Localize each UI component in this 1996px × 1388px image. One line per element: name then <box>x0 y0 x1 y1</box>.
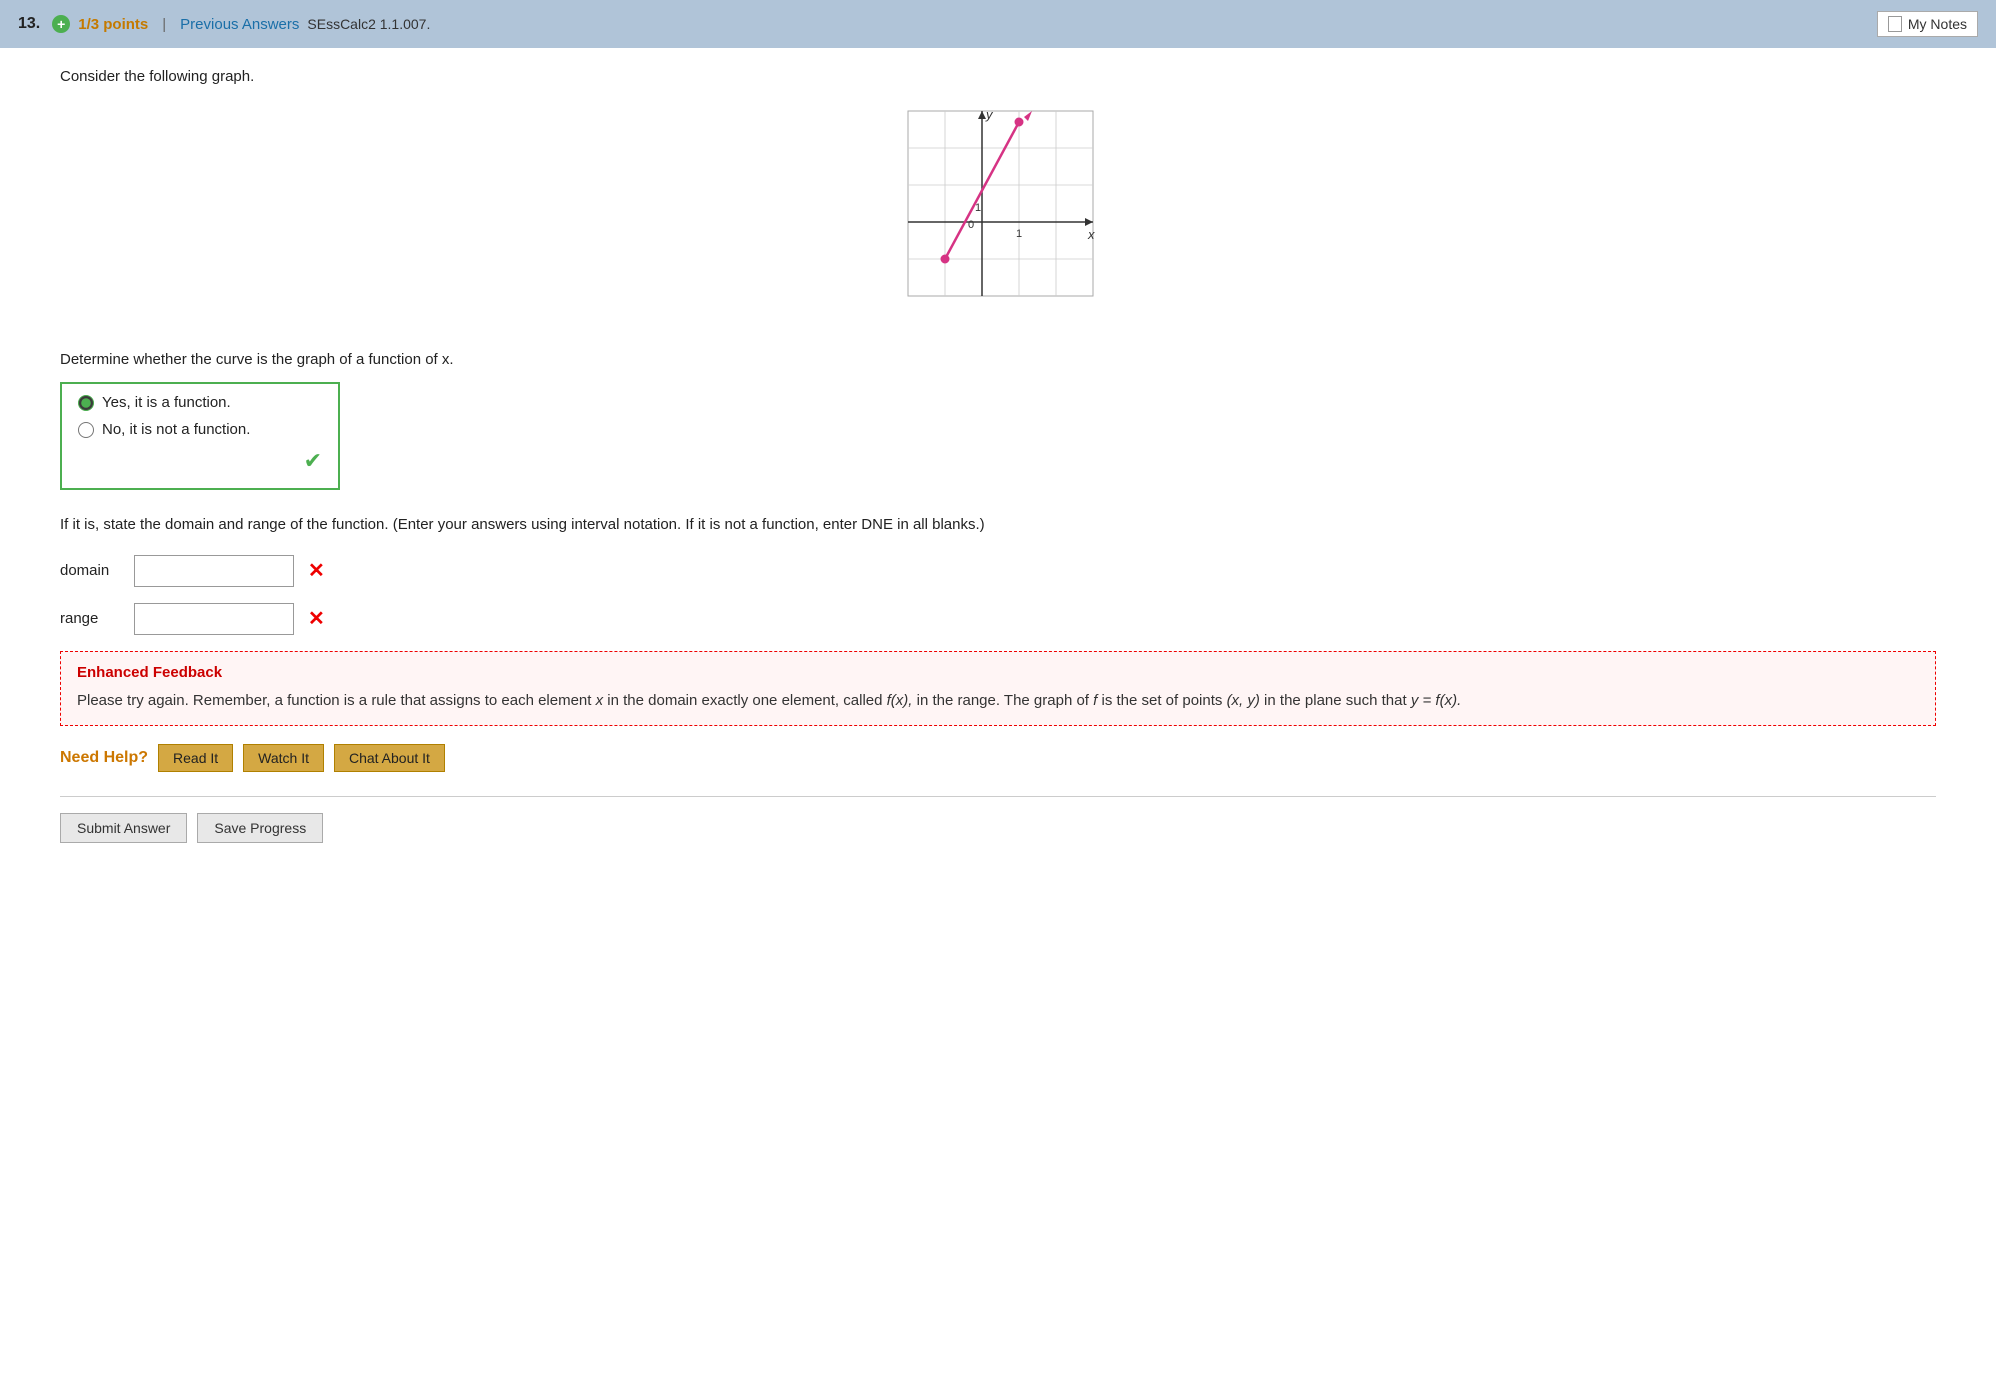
enhanced-feedback: Enhanced Feedback Please try again. Reme… <box>60 651 1936 726</box>
svg-text:0: 0 <box>968 219 974 231</box>
domain-row: domain ✕ <box>60 555 1936 587</box>
yes-label[interactable]: Yes, it is a function. <box>102 394 231 411</box>
save-progress-button[interactable]: Save Progress <box>197 813 323 843</box>
divider <box>60 796 1936 797</box>
need-help-row: Need Help? Read It Watch It Chat About I… <box>60 744 1936 772</box>
instructions-text: If it is, state the domain and range of … <box>60 514 1936 537</box>
checkmark-area: ✔ <box>78 448 322 474</box>
my-notes-label: My Notes <box>1908 16 1967 32</box>
consider-text: Consider the following graph. <box>60 68 1936 85</box>
separator: | <box>162 16 166 33</box>
radio-option-yes[interactable]: Yes, it is a function. <box>78 394 322 411</box>
svg-text:1: 1 <box>1016 228 1022 240</box>
range-error-icon: ✕ <box>308 606 325 631</box>
question-header: 13. + 1/3 points | Previous Answers SEss… <box>0 0 1996 48</box>
domain-error-icon: ✕ <box>308 558 325 583</box>
svg-text:x: x <box>1087 227 1095 242</box>
points-label: 1/3 points <box>78 16 148 33</box>
watch-it-button[interactable]: Watch It <box>243 744 324 772</box>
submit-answer-button[interactable]: Submit Answer <box>60 813 187 843</box>
feedback-title: Enhanced Feedback <box>77 664 1919 681</box>
bottom-buttons: Submit Answer Save Progress <box>60 813 1936 843</box>
previous-answers-link[interactable]: Previous Answers <box>180 16 299 33</box>
my-notes-button[interactable]: My Notes <box>1877 11 1978 37</box>
need-help-label: Need Help? <box>60 749 148 767</box>
radio-option-no[interactable]: No, it is not a function. <box>78 421 322 438</box>
course-code: SEssCalc2 1.1.007. <box>307 16 430 32</box>
notes-icon <box>1888 16 1902 32</box>
domain-label: domain <box>60 562 120 579</box>
graph-svg: x y 1 0 1 <box>888 101 1108 331</box>
range-input[interactable] <box>134 603 294 635</box>
graph-container: x y 1 0 1 <box>60 101 1936 331</box>
question-number: 13. <box>18 15 40 33</box>
green-checkmark: ✔ <box>304 448 322 474</box>
range-row: range ✕ <box>60 603 1936 635</box>
feedback-text: Please try again. Remember, a function i… <box>77 689 1919 713</box>
answer-box: Yes, it is a function. No, it is not a f… <box>60 382 340 490</box>
plus-icon: + <box>52 15 70 33</box>
read-it-button[interactable]: Read It <box>158 744 233 772</box>
no-label[interactable]: No, it is not a function. <box>102 421 250 438</box>
yes-radio[interactable] <box>78 395 94 411</box>
domain-input[interactable] <box>134 555 294 587</box>
chat-about-it-button[interactable]: Chat About It <box>334 744 445 772</box>
no-radio[interactable] <box>78 422 94 438</box>
determine-text: Determine whether the curve is the graph… <box>60 351 1936 368</box>
question-body: Consider the following graph. <box>0 48 1996 863</box>
range-label: range <box>60 610 120 627</box>
